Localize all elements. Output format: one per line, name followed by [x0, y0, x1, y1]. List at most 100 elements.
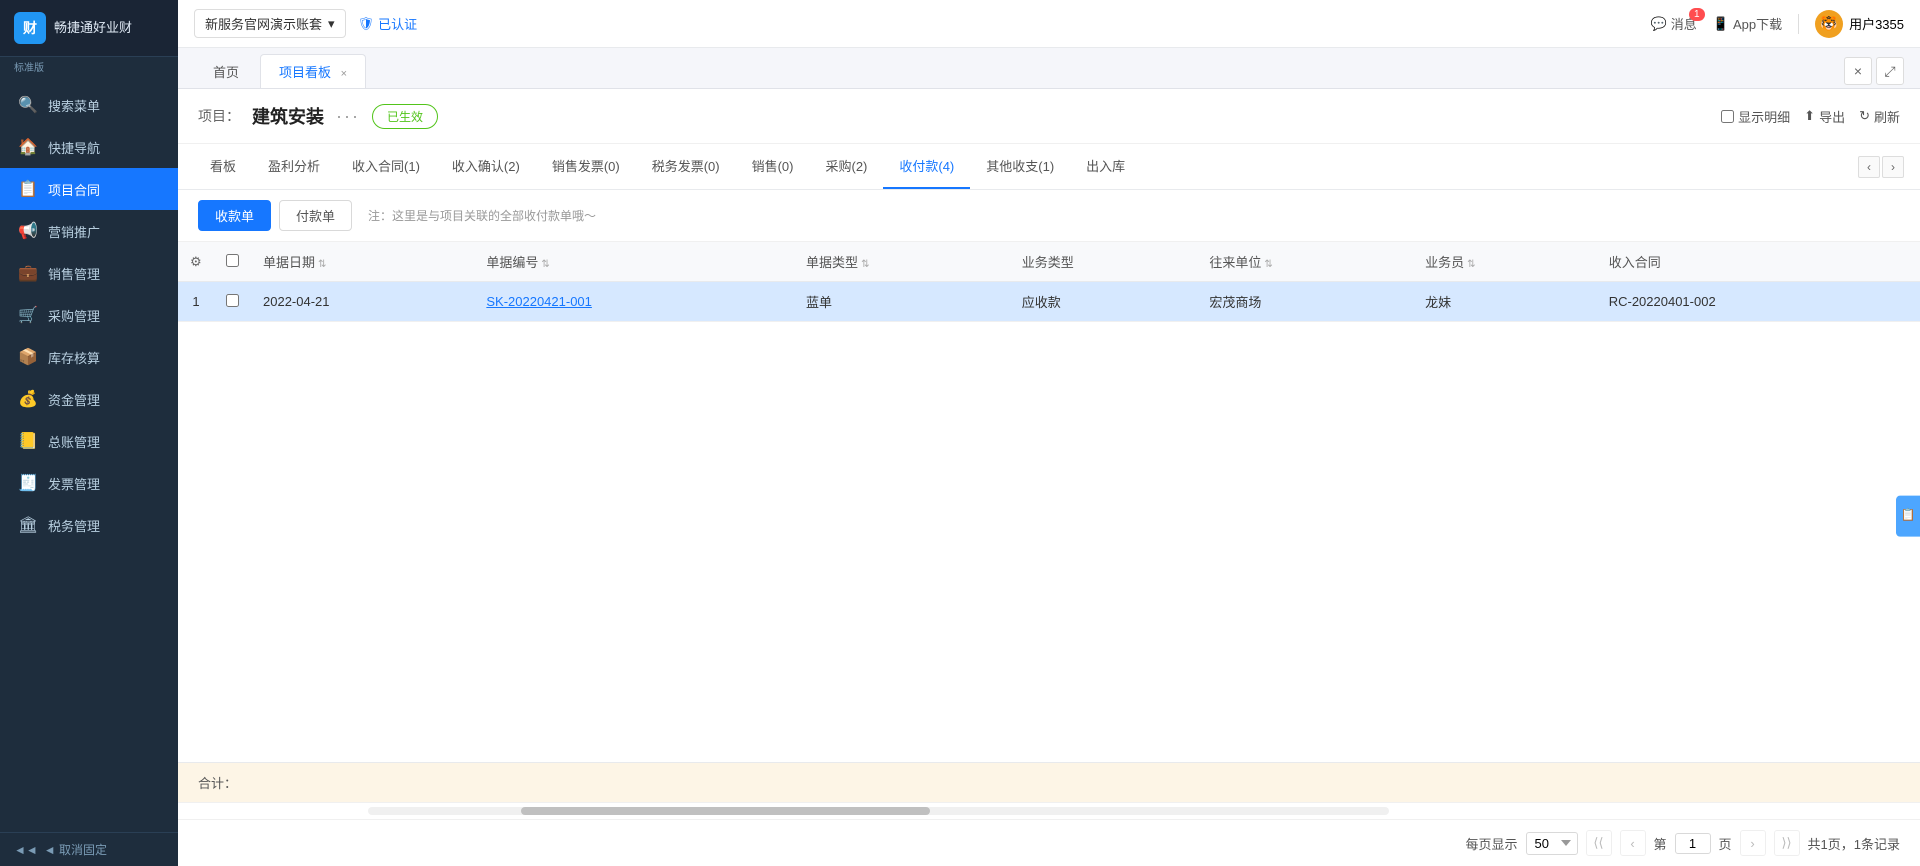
nav-label: 资金管理 [48, 390, 100, 409]
side-widget-btn[interactable]: 📋 [1896, 496, 1920, 537]
sub-tab-profit[interactable]: 盈利分析 [252, 144, 336, 189]
workspace-selector[interactable]: 新服务官网演示账套 ▾ [194, 9, 346, 38]
th-salesman[interactable]: 业务员⇅ [1413, 242, 1597, 282]
page-prev-btn[interactable]: ‹ [1620, 830, 1646, 856]
data-table: ⚙ 单据日期⇅ 单据编号⇅ 单据类型⇅ [178, 242, 1920, 322]
message-btn[interactable]: 💬 消息 1 [1651, 14, 1697, 33]
sidebar-item-库存核算[interactable]: 📦库存核算 [0, 336, 178, 378]
settings-icon[interactable]: ⚙ [190, 254, 202, 269]
sub-tab-income-confirm[interactable]: 收入确认(2) [436, 144, 536, 189]
sub-tab-income-contract[interactable]: 收入合同(1) [336, 144, 436, 189]
th-date[interactable]: 单据日期⇅ [251, 242, 474, 282]
tab-expand-btn[interactable]: ⤢ [1876, 57, 1904, 85]
refresh-btn[interactable]: ↻ 刷新 [1859, 107, 1900, 126]
row-biz-type: 应收款 [1010, 282, 1198, 322]
sidebar-item-税务管理[interactable]: 🏛 税务管理 [0, 504, 178, 546]
row-partner: 宏茂商场 [1197, 282, 1413, 322]
sub-tab-warehouse[interactable]: 出入库 [1070, 144, 1141, 189]
tab-project-board-label: 项目看板 [279, 65, 331, 80]
sub-tab-sales[interactable]: 销售(0) [736, 144, 810, 189]
sub-tab-kanban[interactable]: 看板 [194, 144, 252, 189]
workspace-chevron-icon: ▾ [328, 16, 335, 32]
logo-text-area: 畅捷通好业财 [54, 20, 132, 37]
th-type[interactable]: 单据类型⇅ [794, 242, 1010, 282]
refresh-label: 刷新 [1874, 107, 1900, 126]
sub-tab-sales-invoice[interactable]: 销售发票(0) [536, 144, 636, 189]
sub-tabs: 看板 盈利分析 收入合同(1) 收入确认(2) 销售发票(0) 税务发票(0) … [178, 144, 1920, 190]
row-number-link[interactable]: SK-20220421-001 [486, 294, 592, 309]
pagination: 每页显示 50 20 100 ⟨⟨ ‹ 第 页 › ⟩⟩ 共1页，1条记录 [178, 819, 1920, 866]
workspace-label: 新服务官网演示账套 [205, 14, 322, 33]
show-detail-checkbox[interactable]: 显示明细 [1721, 107, 1790, 126]
sub-tab-purchase[interactable]: 采购(2) [809, 144, 883, 189]
sidebar-item-项目合同[interactable]: 📋项目合同 [0, 168, 178, 210]
receipt-note: 注：这里是与项目关联的全部收付款单哦～ [368, 207, 596, 224]
sidebar-nav: 🔍搜索菜单🏠快捷导航📋项目合同📢营销推广💼销售管理🛒采购管理📦库存核算💰资金管理… [0, 80, 178, 832]
page-unit-label: 页 [1719, 834, 1732, 853]
fake-scrollbar[interactable] [368, 807, 1389, 815]
nav-label: 库存核算 [48, 348, 100, 367]
row-checkbox[interactable] [226, 294, 239, 307]
app-download-btn[interactable]: 📱 App下载 [1713, 14, 1782, 33]
row-index: 1 [178, 282, 214, 322]
sidebar-item-营销推广[interactable]: 📢营销推广 [0, 210, 178, 252]
tab-home[interactable]: 首页 [194, 54, 258, 88]
header-divider [1798, 14, 1799, 34]
export-btn[interactable]: ⬆ 导出 [1804, 107, 1845, 126]
page-first-btn[interactable]: ⟨⟨ [1586, 830, 1612, 856]
table-header-row: ⚙ 单据日期⇅ 单据编号⇅ 单据类型⇅ [178, 242, 1920, 282]
page-total-label: 共1页，1条记录 [1808, 834, 1900, 853]
sidebar-item-发票管理[interactable]: 🧾发票管理 [0, 462, 178, 504]
th-settings: ⚙ [178, 242, 214, 282]
nav-label: 营销推广 [48, 222, 100, 241]
sidebar-item-资金管理[interactable]: 💰资金管理 [0, 378, 178, 420]
receipt-tab-payment[interactable]: 付款单 [279, 200, 352, 231]
page-last-btn[interactable]: ⟩⟩ [1774, 830, 1800, 856]
sidebar-item-总账管理[interactable]: 📒总账管理 [0, 420, 178, 462]
sub-tab-payment[interactable]: 收付款(4) [883, 144, 970, 189]
th-check [214, 242, 251, 282]
export-label: 导出 [1819, 107, 1845, 126]
row-date: 2022-04-21 [251, 282, 474, 322]
logo-area: 财 畅捷通好业财 [0, 0, 178, 57]
nav-label: 项目合同 [48, 180, 100, 199]
nav-icon: 🏛 [18, 515, 38, 535]
sort-partner-icon: ⇅ [1264, 259, 1272, 270]
tab-project-board[interactable]: 项目看板 × [260, 54, 366, 88]
sub-tabs-arrows: ‹ › [1858, 156, 1904, 178]
show-detail-input[interactable] [1721, 110, 1734, 123]
th-number[interactable]: 单据编号⇅ [474, 242, 794, 282]
cancel-fixed-btn[interactable]: ◄◄ ◄ 取消固定 [0, 832, 178, 866]
sidebar-item-搜索菜单[interactable]: 🔍搜索菜单 [0, 84, 178, 126]
header: 新服务官网演示账套 ▾ 🛡 已认证 💬 消息 1 📱 App下载 🐯 用户335… [178, 0, 1920, 48]
sidebar: 财 畅捷通好业财 标准版 🔍搜索菜单🏠快捷导航📋项目合同📢营销推广💼销售管理🛒采… [0, 0, 178, 866]
sub-tabs-prev-btn[interactable]: ‹ [1858, 156, 1880, 178]
th-partner[interactable]: 往来单位⇅ [1197, 242, 1413, 282]
receipt-tab-receipt[interactable]: 收款单 [198, 200, 271, 231]
sub-tab-other[interactable]: 其他收支(1) [970, 144, 1070, 189]
th-contract: 收入合同 [1597, 242, 1920, 282]
page-next-btn[interactable]: › [1740, 830, 1766, 856]
row-contract: RC-20220401-002 [1597, 282, 1920, 322]
user-area[interactable]: 🐯 用户3355 [1815, 10, 1904, 38]
project-label: 项目： [198, 106, 240, 126]
sub-tab-tax-invoice[interactable]: 税务发票(0) [636, 144, 736, 189]
project-more-btn[interactable]: ··· [336, 106, 360, 127]
export-icon: ⬆ [1804, 108, 1815, 124]
sidebar-item-采购管理[interactable]: 🛒采购管理 [0, 294, 178, 336]
tabs-bar: 首页 项目看板 × × ⤢ [178, 48, 1920, 89]
sidebar-item-销售管理[interactable]: 💼销售管理 [0, 252, 178, 294]
sidebar-item-快捷导航[interactable]: 🏠快捷导航 [0, 126, 178, 168]
row-number[interactable]: SK-20220421-001 [474, 282, 794, 322]
page-number-input[interactable] [1675, 833, 1711, 854]
per-page-select[interactable]: 50 20 100 [1526, 832, 1578, 855]
header-actions: 💬 消息 1 📱 App下载 🐯 用户3355 [1651, 10, 1904, 38]
sub-tabs-next-btn[interactable]: › [1882, 156, 1904, 178]
select-all-checkbox[interactable] [226, 254, 239, 267]
tab-close-icon[interactable]: × [341, 68, 347, 80]
receipt-tabs: 收款单 付款单 注：这里是与项目关联的全部收付款单哦～ [178, 190, 1920, 242]
nav-label: 税务管理 [48, 516, 100, 535]
message-badge: 1 [1689, 8, 1705, 21]
sort-number-icon: ⇅ [541, 259, 549, 270]
tab-close-window-btn[interactable]: × [1844, 57, 1872, 85]
